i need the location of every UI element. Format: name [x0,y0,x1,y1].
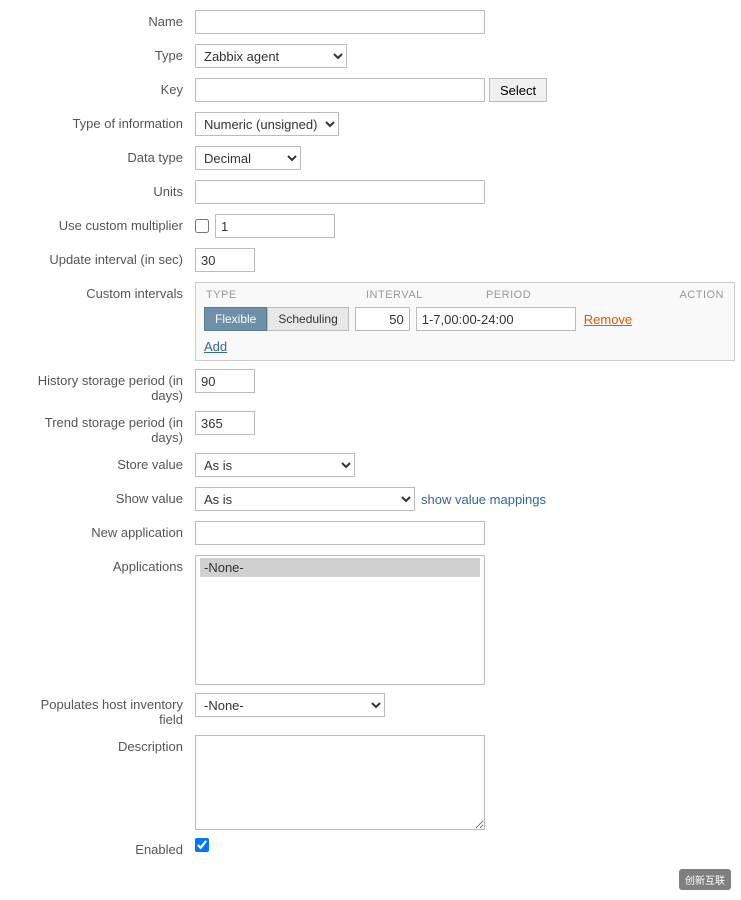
watermark-logo: 创新互联 [679,869,731,890]
description-textarea[interactable] [195,735,485,830]
multiplier-control [195,214,721,238]
trend-label: Trend storage period (in days) [20,411,195,445]
ci-remove-button[interactable]: Remove [584,312,632,327]
data-type-label: Data type [20,146,195,165]
ci-header: TYPE INTERVAL PERIOD ACTION [204,289,726,301]
enabled-row: Enabled [20,838,721,864]
custom-intervals-box: TYPE INTERVAL PERIOD ACTION Flexible Sch… [195,282,735,361]
store-value-row: Store value As is Delta (speed per secon… [20,453,721,479]
ci-period-header: PERIOD [486,289,666,301]
update-interval-row: Update interval (in sec) [20,248,721,274]
new-application-row: New application [20,521,721,547]
applications-control: -None- [195,555,721,685]
history-row: History storage period (in days) [20,369,721,403]
description-label: Description [20,735,195,754]
ci-interval-input[interactable] [355,307,410,331]
flexible-button[interactable]: Flexible [204,307,267,331]
key-select-button[interactable]: Select [489,78,547,102]
type-select[interactable]: Zabbix agent Zabbix agent (active) Simpl… [195,44,347,68]
populates-select[interactable]: -None- [195,693,385,717]
name-label: Name [20,10,195,29]
type-of-info-label: Type of information [20,112,195,131]
scheduling-button[interactable]: Scheduling [267,307,348,331]
enabled-label: Enabled [20,838,195,857]
trend-input[interactable] [195,411,255,435]
custom-intervals-control: TYPE INTERVAL PERIOD ACTION Flexible Sch… [195,282,735,361]
name-row: Name [20,10,721,36]
ci-action-header: ACTION [666,289,724,301]
ci-period-input[interactable] [416,307,576,331]
history-input[interactable] [195,369,255,393]
units-input[interactable] [195,180,485,204]
type-control: Zabbix agent Zabbix agent (active) Simpl… [195,44,721,68]
history-control [195,369,721,393]
name-control [195,10,721,34]
history-label: History storage period (in days) [20,369,195,403]
show-value-control: As is show value mappings [195,487,721,511]
key-row: Key Select [20,78,721,104]
units-label: Units [20,180,195,199]
applications-row: Applications -None- [20,555,721,685]
enabled-control [195,838,721,852]
units-control [195,180,721,204]
type-of-info-row: Type of information Numeric (unsigned) N… [20,112,721,138]
custom-intervals-label: Custom intervals [20,282,195,301]
multiplier-row: Use custom multiplier [20,214,721,240]
trend-control [195,411,721,435]
new-application-control [195,521,721,545]
data-type-control: Decimal Octal Hexadecimal Boolean [195,146,721,170]
store-value-control: As is Delta (speed per second) Delta (si… [195,453,721,477]
ci-type-header: TYPE [206,289,366,301]
description-control [195,735,721,830]
populates-row: Populates host inventory field -None- [20,693,721,727]
store-value-select[interactable]: As is Delta (speed per second) Delta (si… [195,453,355,477]
data-type-select[interactable]: Decimal Octal Hexadecimal Boolean [195,146,301,170]
new-application-label: New application [20,521,195,540]
multiplier-checkbox[interactable] [195,219,209,233]
populates-control: -None- [195,693,721,717]
type-row: Type Zabbix agent Zabbix agent (active) … [20,44,721,70]
new-application-input[interactable] [195,521,485,545]
name-input[interactable] [195,10,485,34]
multiplier-value-input[interactable] [215,214,335,238]
enabled-checkbox[interactable] [195,838,209,852]
description-row: Description [20,735,721,830]
key-label: Key [20,78,195,97]
key-input[interactable] [195,78,485,102]
ci-interval-header: INTERVAL [366,289,486,301]
show-value-mappings-link[interactable]: show value mappings [421,492,546,507]
update-interval-control [195,248,721,272]
applications-listbox[interactable]: -None- [195,555,485,685]
units-row: Units [20,180,721,206]
custom-intervals-row: Custom intervals TYPE INTERVAL PERIOD AC… [20,282,721,361]
key-control: Select [195,78,721,102]
type-label: Type [20,44,195,63]
multiplier-label: Use custom multiplier [20,214,195,233]
ci-row-1: Flexible Scheduling Remove [204,307,726,331]
populates-label: Populates host inventory field [20,693,195,727]
data-type-row: Data type Decimal Octal Hexadecimal Bool… [20,146,721,172]
update-interval-input[interactable] [195,248,255,272]
applications-label: Applications [20,555,195,574]
type-of-info-select[interactable]: Numeric (unsigned) Numeric (float) Chara… [195,112,339,136]
type-of-info-control: Numeric (unsigned) Numeric (float) Chara… [195,112,721,136]
show-value-row: Show value As is show value mappings [20,487,721,513]
show-value-label: Show value [20,487,195,506]
show-value-select[interactable]: As is [195,487,415,511]
update-interval-label: Update interval (in sec) [20,248,195,267]
ci-add-button[interactable]: Add [204,339,227,354]
trend-row: Trend storage period (in days) [20,411,721,445]
store-value-label: Store value [20,453,195,472]
